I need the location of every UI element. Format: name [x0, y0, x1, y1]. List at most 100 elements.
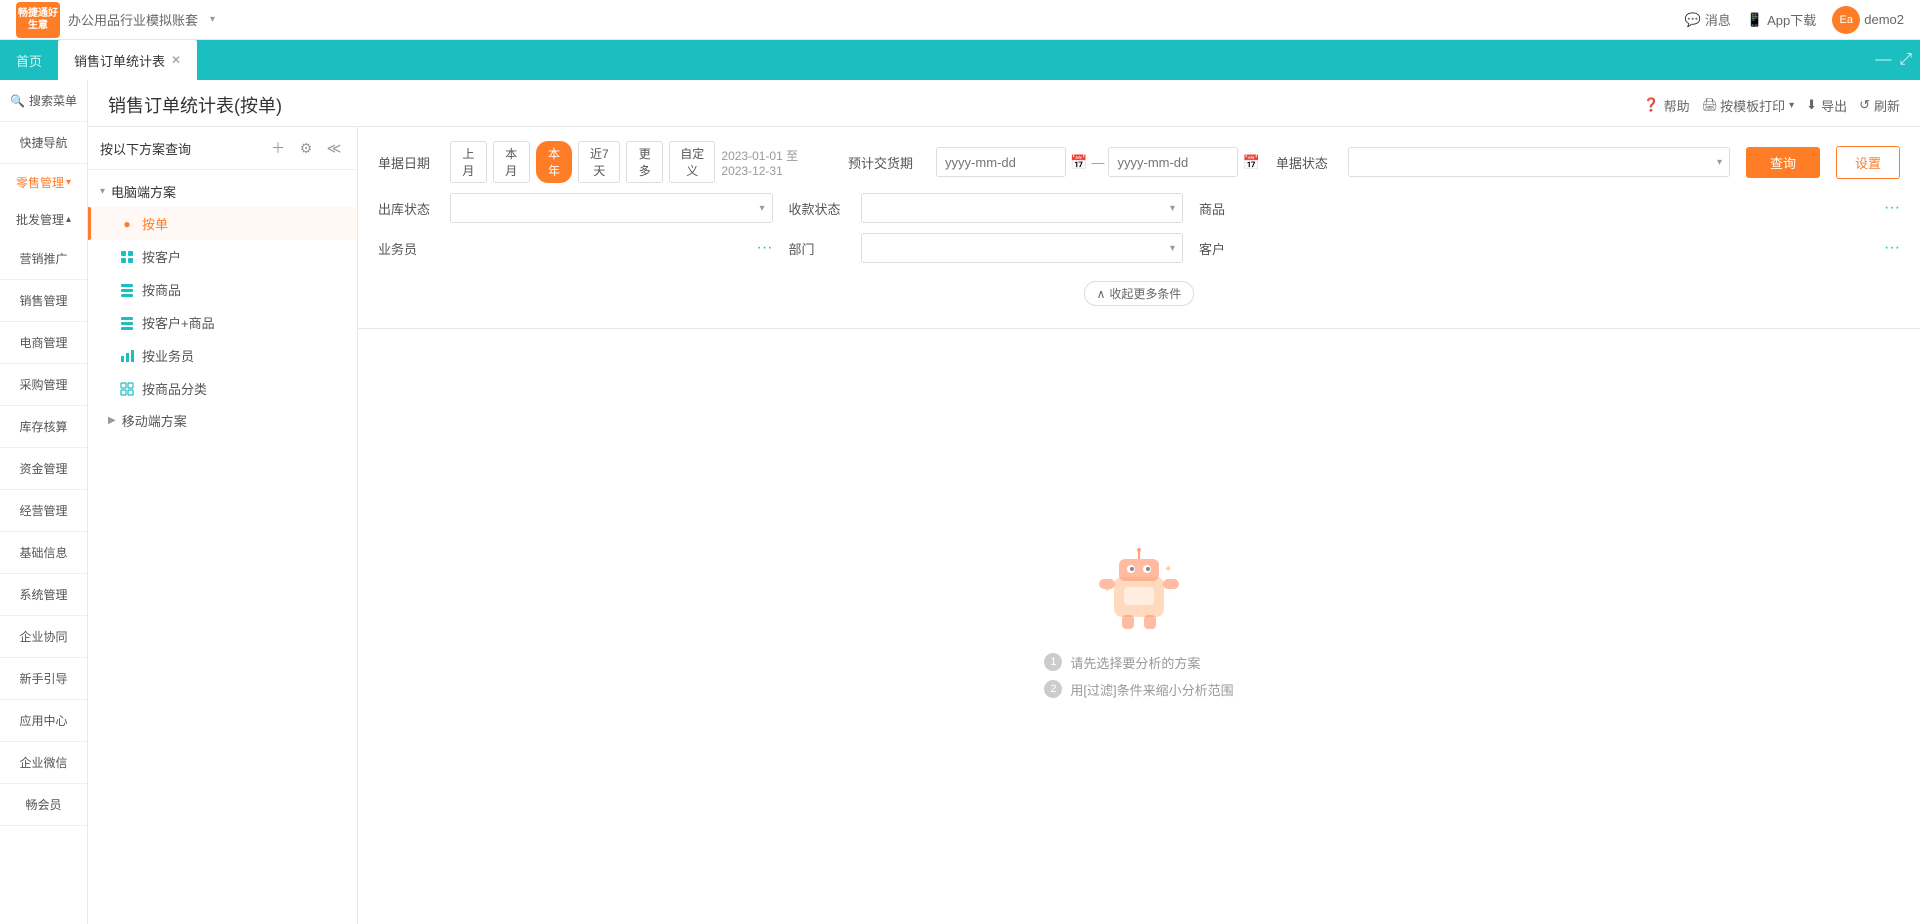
query-btn[interactable]: 查询 — [1746, 147, 1820, 178]
date-btn-more[interactable]: 更多 — [626, 141, 663, 183]
page-header: 销售订单统计表(按单) ❓ 帮助 🖨 按模板打印 ▾ ⬇ 导出 ↺ 刷新 — [88, 80, 1920, 127]
tree-item-by-customer-goods[interactable]: 按客户+商品 — [88, 306, 357, 339]
salesperson-dots-icon[interactable]: ··· — [757, 239, 773, 257]
help-btn[interactable]: ❓ 帮助 — [1643, 96, 1689, 115]
print-icon: 🖨 — [1702, 97, 1719, 113]
by-category-label: 按商品分类 — [142, 379, 207, 398]
main-layout: 🔍 搜索菜单 快捷导航 零售管理 ▾ 批发管理 ▴ 营销推广 销售管理 电商管理… — [0, 80, 1920, 924]
top-bar-right: 💬 消息 📱 App下载 Ea demo2 — [1685, 6, 1904, 34]
collapse-label: 收起更多条件 — [1109, 285, 1181, 302]
tree-group-pc-arrow: ▾ — [100, 186, 105, 197]
tab-close-icon[interactable]: ✕ — [171, 53, 181, 67]
add-plan-btn[interactable]: ＋ — [267, 137, 289, 159]
date-btn-this-month[interactable]: 本月 — [493, 141, 530, 183]
tree-item-by-goods[interactable]: 按商品 — [88, 273, 357, 306]
print-label: 按模板打印 — [1720, 96, 1785, 115]
doc-status-wrap: ▾ — [1348, 147, 1730, 177]
collapse-btn[interactable]: ∧ 收起更多条件 — [1084, 281, 1195, 306]
user-name: demo2 — [1864, 12, 1904, 27]
sidebar-item-finance[interactable]: 资金管理 — [0, 448, 87, 490]
tip-num-2: 2 — [1044, 680, 1062, 698]
sidebar-item-ecommerce[interactable]: 电商管理 — [0, 322, 87, 364]
payment-status-select[interactable] — [861, 193, 1184, 223]
svg-text:✦: ✦ — [1164, 564, 1172, 575]
sidebar-item-wechat[interactable]: 企业微信 — [0, 742, 87, 784]
date-btn-last-month[interactable]: 上月 — [450, 141, 487, 183]
sidebar-item-search[interactable]: 🔍 搜索菜单 — [0, 80, 87, 122]
sidebar-item-system[interactable]: 系统管理 — [0, 574, 87, 616]
by-salesperson-label: 按业务员 — [142, 346, 194, 365]
sidebar-item-sales[interactable]: 销售管理 — [0, 280, 87, 322]
date-btn-last-7[interactable]: 近7天 — [578, 141, 620, 183]
sidebar-item-apps[interactable]: 应用中心 — [0, 700, 87, 742]
salesperson-input[interactable] — [450, 233, 753, 263]
expected-date-start[interactable] — [936, 147, 1066, 177]
sidebar-item-quick-nav[interactable]: 快捷导航 — [0, 122, 87, 164]
collapse-up-icon: ∧ — [1097, 287, 1106, 301]
tab-sales-stats-label: 销售订单统计表 — [74, 51, 165, 70]
customer-input[interactable] — [1255, 233, 1880, 263]
empty-area: ✦ ✦ · 1 请先选择要分析的方案 2 用[过滤]条件来缩小分析范围 — [358, 329, 1920, 924]
app-dropdown-icon[interactable]: ▾ — [210, 14, 215, 25]
tab-bar-right: — ⤢ — [1875, 51, 1912, 69]
delivery-status-select[interactable] — [450, 193, 773, 223]
expected-date-end[interactable] — [1108, 147, 1238, 177]
department-select[interactable] — [861, 233, 1184, 263]
sidebar-item-newuser[interactable]: 新手引导 — [0, 658, 87, 700]
export-btn[interactable]: ⬇ 导出 — [1806, 96, 1847, 115]
sidebar-item-purchase[interactable]: 采购管理 — [0, 364, 87, 406]
wholesale-arrow-icon: ▴ — [66, 214, 71, 225]
tree-group-mobile-header[interactable]: ▶ 移动端方案 — [88, 405, 357, 436]
setting-btn[interactable]: 设置 — [1836, 146, 1900, 179]
sidebar-item-vip[interactable]: 畅会员 — [0, 784, 87, 826]
by-order-label: 按单 — [142, 214, 168, 233]
app-download-action[interactable]: 📱 App下载 — [1747, 10, 1816, 29]
department-label: 部门 — [789, 239, 845, 258]
collapse-bar: ∧ 收起更多条件 — [378, 273, 1900, 314]
sidebar-wechat-label: 企业微信 — [19, 754, 67, 771]
goods-input[interactable] — [1255, 193, 1880, 223]
sidebar: 🔍 搜索菜单 快捷导航 零售管理 ▾ 批发管理 ▴ 营销推广 销售管理 电商管理… — [0, 80, 88, 924]
calendar-start-icon[interactable]: 📅 — [1070, 154, 1087, 171]
date-btn-custom[interactable]: 自定义 — [669, 141, 715, 183]
collapse-panel-btn[interactable]: ≪ — [323, 137, 345, 159]
settings-plan-btn[interactable]: ⚙ — [295, 137, 317, 159]
sidebar-item-retail[interactable]: 零售管理 ▾ — [0, 164, 87, 201]
tab-minimize-btn[interactable]: — — [1875, 51, 1891, 69]
print-btn[interactable]: 🖨 按模板打印 ▾ — [1702, 96, 1795, 115]
sidebar-search-label: 搜索菜单 — [29, 92, 77, 109]
tab-home[interactable]: 首页 — [0, 40, 58, 80]
tree-item-by-salesperson[interactable]: 按业务员 — [88, 339, 357, 372]
tree-item-by-order[interactable]: ● 按单 — [88, 207, 357, 240]
filter-row-3: 业务员 ··· 部门 ▾ 客户 ··· — [378, 233, 1900, 263]
refresh-btn[interactable]: ↺ 刷新 — [1859, 96, 1900, 115]
goods-dots-icon[interactable]: ··· — [1884, 199, 1900, 217]
sidebar-sales-label: 销售管理 — [19, 292, 67, 309]
user-profile[interactable]: Ea demo2 — [1832, 6, 1904, 34]
date-group: 上月 本月 本年 近7天 更多 自定义 2023-01-01 至 2023-12… — [450, 141, 832, 183]
tree-item-by-customer[interactable]: 按客户 — [88, 240, 357, 273]
doc-status-select[interactable] — [1348, 147, 1730, 177]
goods-wrap: ··· — [1255, 193, 1900, 223]
sidebar-item-wholesale[interactable]: 批发管理 ▴ — [0, 201, 87, 238]
sidebar-item-enterprise[interactable]: 企业协同 — [0, 616, 87, 658]
sidebar-item-marketing[interactable]: 营销推广 — [0, 238, 87, 280]
inner-layout: 按以下方案查询 ＋ ⚙ ≪ ▾ 电脑端方案 ● 按单 — [88, 127, 1920, 924]
sidebar-system-label: 系统管理 — [19, 586, 67, 603]
message-action[interactable]: 💬 消息 — [1685, 10, 1731, 29]
date-btn-this-year[interactable]: 本年 — [536, 141, 573, 183]
tab-sales-stats[interactable]: 销售订单统计表 ✕ — [58, 40, 197, 80]
sidebar-item-operations[interactable]: 经营管理 — [0, 490, 87, 532]
sidebar-marketing-label: 营销推广 — [19, 250, 67, 267]
logo: 畅捷通好生意 — [16, 2, 60, 38]
by-order-icon: ● — [118, 215, 136, 233]
sidebar-item-inventory[interactable]: 库存核算 — [0, 406, 87, 448]
calendar-end-icon[interactable]: 📅 — [1242, 154, 1259, 171]
sidebar-item-basic[interactable]: 基础信息 — [0, 532, 87, 574]
customer-dots-icon[interactable]: ··· — [1884, 239, 1900, 257]
export-label: 导出 — [1821, 96, 1847, 115]
tab-maximize-btn[interactable]: ⤢ — [1899, 51, 1912, 69]
tree-item-by-category[interactable]: 按商品分类 — [88, 372, 357, 405]
sidebar-vip-label: 畅会员 — [25, 796, 61, 813]
tree-group-pc-header[interactable]: ▾ 电脑端方案 — [88, 176, 357, 207]
